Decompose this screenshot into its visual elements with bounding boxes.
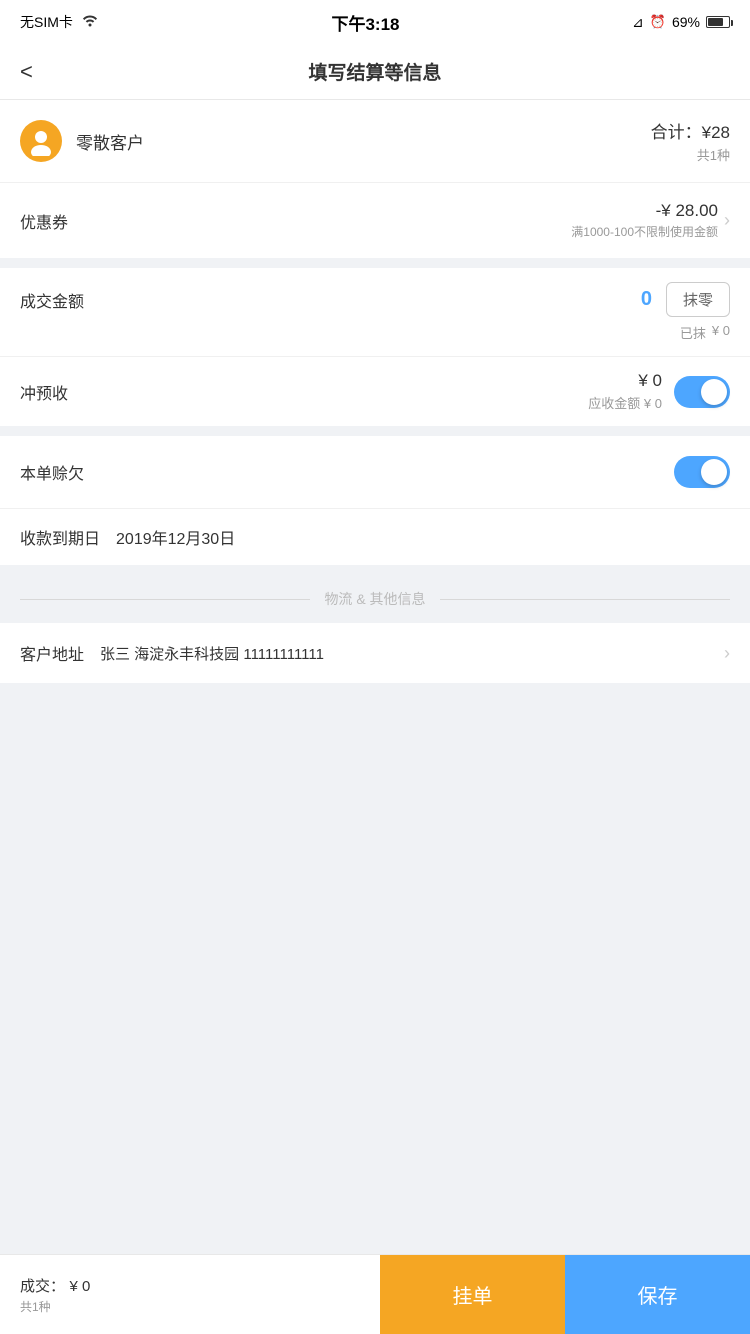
coupon-desc: 满1000-100不限制使用金额 (571, 223, 718, 240)
address-chevron-icon: › (724, 643, 730, 664)
prepay-value: ¥ 0 (588, 371, 662, 391)
battery-percent: 69% (672, 14, 700, 30)
debt-toggle-slider (674, 456, 730, 488)
bottom-count: 共1种 (20, 1298, 360, 1315)
main-content: 零散客户 合计：¥28 共1种 优惠券 -¥ 28.00 满1000-100不限… (0, 100, 750, 783)
debt-label: 本单赊欠 (20, 460, 84, 484)
customer-name: 零散客户 (76, 129, 144, 154)
customer-row: 零散客户 合计：¥28 共1种 (0, 100, 750, 182)
total-count: 共1种 (651, 145, 730, 164)
coupon-label: 优惠券 (20, 209, 68, 233)
rounded-label: 已抹 (680, 323, 706, 342)
status-right: ⊿ ⏰ 69% (632, 14, 730, 31)
transaction-value: 0 (641, 288, 652, 311)
prepay-right: ¥ 0 应收金额 ¥ 0 (588, 371, 730, 412)
round-zero-button[interactable]: 抹零 (666, 282, 730, 317)
nav-bar: < 填写结算等信息 (0, 44, 750, 100)
status-left: 无SIM卡 (20, 12, 99, 32)
battery-icon (706, 16, 730, 28)
logistics-line-left (20, 599, 310, 600)
coupon-right: -¥ 28.00 满1000-100不限制使用金额 › (571, 201, 730, 240)
customer-right: 合计：¥28 共1种 (651, 118, 730, 164)
debt-toggle[interactable] (674, 456, 730, 488)
receivable-value: ¥ 0 (644, 396, 662, 411)
bottom-deal-label: 成交： (20, 1278, 65, 1295)
address-row[interactable]: 客户地址 张三 海淀永丰科技园 11111111111 › (0, 623, 750, 683)
prepay-label: 冲预收 (20, 380, 68, 404)
transaction-row: 成交金额 0 抹零 已抹 ¥ 0 (0, 268, 750, 357)
total-price: 合计：¥28 (651, 118, 730, 143)
logistics-text: 物流 & 其他信息 (324, 589, 425, 609)
receivable-text: 应收金额 ¥ 0 (588, 393, 662, 412)
prepay-toggle-slider (674, 376, 730, 408)
due-date-value: 2019年12月30日 (116, 525, 235, 549)
due-label: 收款到期日 (20, 525, 100, 549)
status-bar: 无SIM卡 下午3:18 ⊿ ⏰ 69% (0, 0, 750, 44)
customer-coupon-card: 零散客户 合计：¥28 共1种 优惠券 -¥ 28.00 满1000-100不限… (0, 100, 750, 258)
chevron-right-icon: › (724, 210, 730, 231)
transaction-right: 0 抹零 (641, 282, 730, 317)
page-title: 填写结算等信息 (308, 58, 441, 85)
location-icon: ⊿ (632, 14, 644, 31)
bottom-summary: 成交： ¥ 0 共1种 (0, 1275, 380, 1315)
debt-row: 本单赊欠 (0, 436, 750, 508)
bottom-deal-value: ¥ 0 (69, 1278, 90, 1295)
coupon-discount: -¥ 28.00 (571, 201, 718, 221)
hang-button[interactable]: 挂单 (380, 1255, 565, 1334)
prepay-amounts: ¥ 0 应收金额 ¥ 0 (588, 371, 662, 412)
debt-card: 本单赊欠 收款到期日 2019年12月30日 (0, 436, 750, 565)
rounded-value: ¥ 0 (712, 323, 730, 342)
status-time: 下午3:18 (331, 10, 399, 35)
due-date-row: 收款到期日 2019年12月30日 (0, 508, 750, 565)
save-button[interactable]: 保存 (565, 1255, 750, 1334)
transaction-card: 成交金额 0 抹零 已抹 ¥ 0 冲预收 ¥ 0 应收金额 ¥ 0 (0, 268, 750, 426)
transaction-label: 成交金额 (20, 288, 84, 312)
prepay-toggle[interactable] (674, 376, 730, 408)
alarm-icon: ⏰ (650, 14, 666, 30)
logistics-section: 物流 & 其他信息 客户地址 张三 海淀永丰科技园 11111111111 › (0, 575, 750, 683)
receivable-label: 应收金额 (588, 396, 640, 411)
prepay-row: 冲预收 ¥ 0 应收金额 ¥ 0 (0, 357, 750, 426)
address-label: 客户地址 (20, 641, 84, 665)
bottom-deal-line: 成交： ¥ 0 (20, 1275, 360, 1296)
coupon-value-block: -¥ 28.00 满1000-100不限制使用金额 (571, 201, 718, 240)
customer-left: 零散客户 (20, 120, 144, 162)
coupon-row[interactable]: 优惠券 -¥ 28.00 满1000-100不限制使用金额 › (0, 182, 750, 258)
logistics-divider: 物流 & 其他信息 (0, 575, 750, 623)
address-value: 张三 海淀永丰科技园 11111111111 (100, 643, 724, 664)
signal-text: 无SIM卡 (20, 12, 73, 32)
wifi-icon (81, 13, 99, 31)
bottom-bar: 成交： ¥ 0 共1种 挂单 保存 (0, 1254, 750, 1334)
logistics-line-right (440, 599, 730, 600)
back-button[interactable]: < (20, 59, 33, 85)
customer-avatar (20, 120, 62, 162)
